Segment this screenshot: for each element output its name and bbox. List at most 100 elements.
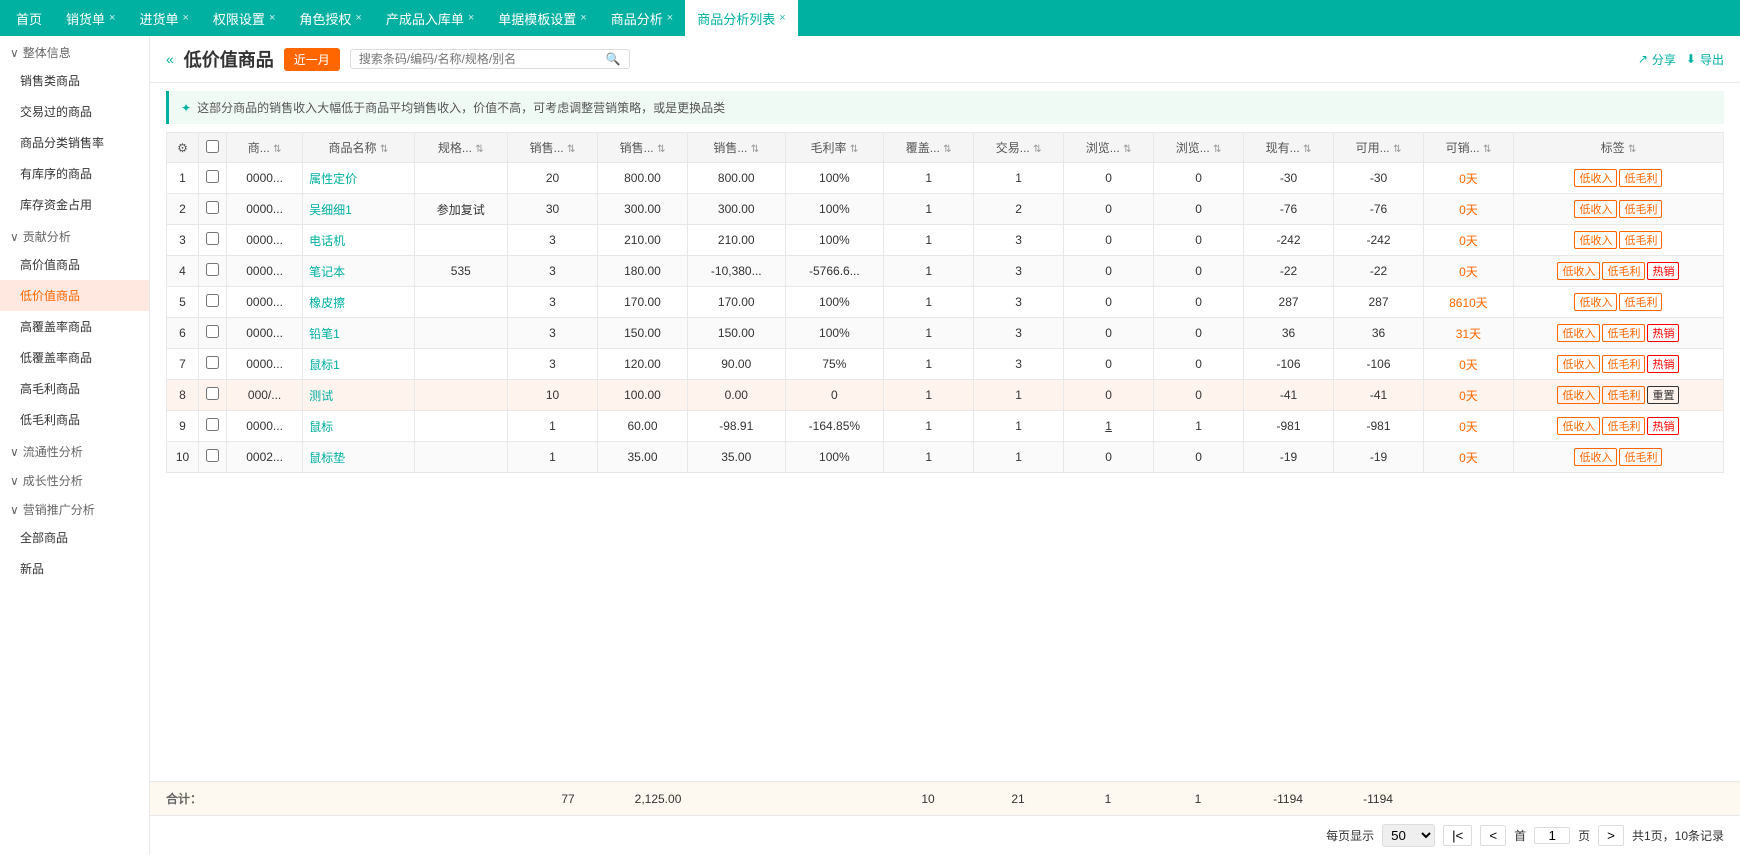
sidebar-group-contribution[interactable]: ∨贡献分析 xyxy=(0,220,149,249)
nav-product-analysis[interactable]: 商品分析 × xyxy=(599,0,685,36)
row-spec xyxy=(414,318,507,349)
nav-permissions[interactable]: 权限设置 × xyxy=(201,0,287,36)
sidebar-item-new-products[interactable]: 新品 xyxy=(0,553,149,584)
page-size-select[interactable]: 50 100 200 xyxy=(1382,824,1435,847)
row-check[interactable] xyxy=(199,411,227,442)
sidebar-item-high-value[interactable]: 高价值商品 xyxy=(0,249,149,280)
row-col4: -164.85% xyxy=(785,411,884,442)
row-checkbox[interactable] xyxy=(206,325,219,338)
search-input[interactable] xyxy=(359,52,602,66)
row-tags: 低收入低毛利热销 xyxy=(1513,318,1723,349)
row-col7[interactable]: 0 xyxy=(1064,163,1154,194)
row-checkbox[interactable] xyxy=(206,201,219,214)
page-title: 低价值商品 xyxy=(184,46,274,72)
col-trade: 交易... ⇅ xyxy=(974,133,1064,163)
filter-recent-month[interactable]: 近一月 xyxy=(284,48,340,71)
row-col5: 1 xyxy=(884,194,974,225)
row-col9: -981 xyxy=(1244,411,1334,442)
row-spec xyxy=(414,349,507,380)
row-check[interactable] xyxy=(199,163,227,194)
row-name[interactable]: 橡皮擦 xyxy=(303,287,414,318)
row-col7[interactable]: 0 xyxy=(1064,287,1154,318)
row-col7[interactable]: 0 xyxy=(1064,225,1154,256)
sidebar-item-low-margin[interactable]: 低毛利商品 xyxy=(0,404,149,435)
sidebar-item-low-value[interactable]: 低价值商品 xyxy=(0,280,149,311)
share-icon: ↗ xyxy=(1638,52,1648,66)
row-checkbox[interactable] xyxy=(206,294,219,307)
sidebar-item-sales-products[interactable]: 销售类商品 xyxy=(0,65,149,96)
row-checkbox[interactable] xyxy=(206,418,219,431)
row-tags: 低收入低毛利热销 xyxy=(1513,256,1723,287)
row-col7[interactable]: 0 xyxy=(1064,194,1154,225)
row-checkbox[interactable] xyxy=(206,356,219,369)
check-all-checkbox[interactable] xyxy=(206,140,219,153)
page-input[interactable] xyxy=(1534,827,1570,844)
row-spec xyxy=(414,442,507,473)
nav-product-list[interactable]: 商品分析列表 × xyxy=(685,0,797,36)
row-checkbox[interactable] xyxy=(206,449,219,462)
row-check[interactable] xyxy=(199,442,227,473)
row-name[interactable]: 笔记本 xyxy=(303,256,414,287)
nav-sales-order[interactable]: 销货单 × xyxy=(54,0,127,36)
sidebar-group-marketing[interactable]: ∨营销推广分析 xyxy=(0,493,149,522)
nav-template[interactable]: 单据模板设置 × xyxy=(486,0,598,36)
row-check[interactable] xyxy=(199,287,227,318)
row-check[interactable] xyxy=(199,380,227,411)
pagination: 每页显示 50 100 200 |< < 首 页 > 共1页，10条记录 xyxy=(150,815,1740,855)
row-col7[interactable]: 0 xyxy=(1064,380,1154,411)
col-check-all[interactable] xyxy=(199,133,227,163)
row-code: 0000... xyxy=(227,349,303,380)
sidebar-item-high-margin[interactable]: 高毛利商品 xyxy=(0,373,149,404)
sidebar: ∨整体信息 销售类商品 交易过的商品 商品分类销售率 有库序的商品 库存资金占用… xyxy=(0,36,150,855)
row-col7[interactable]: 1 xyxy=(1064,411,1154,442)
sidebar-item-high-coverage[interactable]: 高覆盖率商品 xyxy=(0,311,149,342)
share-btn[interactable]: ↗ 分享 xyxy=(1638,51,1676,68)
row-name[interactable]: 铅笔1 xyxy=(303,318,414,349)
row-name[interactable]: 鼠标 xyxy=(303,411,414,442)
row-code: 0000... xyxy=(227,287,303,318)
nav-role-auth[interactable]: 角色授权 × xyxy=(287,0,373,36)
sidebar-group-overall[interactable]: ∨整体信息 xyxy=(0,36,149,65)
row-spec xyxy=(414,225,507,256)
nav-product-storage[interactable]: 产成品入库单 × xyxy=(374,0,486,36)
sidebar-item-low-coverage[interactable]: 低覆盖率商品 xyxy=(0,342,149,373)
row-col6: 3 xyxy=(974,225,1064,256)
next-page-btn[interactable]: > xyxy=(1598,825,1624,846)
row-checkbox[interactable] xyxy=(206,170,219,183)
row-checkbox[interactable] xyxy=(206,232,219,245)
row-checkbox[interactable] xyxy=(206,387,219,400)
sidebar-item-category-sales[interactable]: 商品分类销售率 xyxy=(0,127,149,158)
prev-page-btn[interactable]: < xyxy=(1480,825,1506,846)
row-name[interactable]: 鼠标1 xyxy=(303,349,414,380)
row-check[interactable] xyxy=(199,256,227,287)
row-col7[interactable]: 0 xyxy=(1064,349,1154,380)
row-name[interactable]: 属性定价 xyxy=(303,163,414,194)
col-settings[interactable]: ⚙ xyxy=(167,133,199,163)
row-name[interactable]: 鼠标垫 xyxy=(303,442,414,473)
collapse-btn[interactable]: « xyxy=(166,51,174,67)
row-check[interactable] xyxy=(199,225,227,256)
row-col4: 0 xyxy=(785,380,884,411)
search-icon[interactable]: 🔍 xyxy=(606,52,621,66)
nav-home[interactable]: 首页 xyxy=(4,0,54,36)
row-check[interactable] xyxy=(199,349,227,380)
col-browse2: 浏览... ⇅ xyxy=(1154,133,1244,163)
row-col7[interactable]: 0 xyxy=(1064,442,1154,473)
sidebar-item-traded[interactable]: 交易过的商品 xyxy=(0,96,149,127)
first-page-btn[interactable]: |< xyxy=(1443,825,1472,846)
row-check[interactable] xyxy=(199,318,227,349)
row-name[interactable]: 电话机 xyxy=(303,225,414,256)
sidebar-group-growth[interactable]: ∨成长性分析 xyxy=(0,464,149,493)
row-name[interactable]: 测试 xyxy=(303,380,414,411)
sidebar-item-all-products[interactable]: 全部商品 xyxy=(0,522,149,553)
sidebar-item-inventory[interactable]: 有库序的商品 xyxy=(0,158,149,189)
row-name[interactable]: 吴细细1 xyxy=(303,194,414,225)
nav-purchase[interactable]: 进货单 × xyxy=(127,0,200,36)
row-col7[interactable]: 0 xyxy=(1064,318,1154,349)
row-checkbox[interactable] xyxy=(206,263,219,276)
export-btn[interactable]: ⬇ 导出 xyxy=(1686,51,1724,68)
sidebar-group-circulation[interactable]: ∨流通性分析 xyxy=(0,435,149,464)
row-col7[interactable]: 0 xyxy=(1064,256,1154,287)
row-check[interactable] xyxy=(199,194,227,225)
sidebar-item-capital[interactable]: 库存资金占用 xyxy=(0,189,149,220)
